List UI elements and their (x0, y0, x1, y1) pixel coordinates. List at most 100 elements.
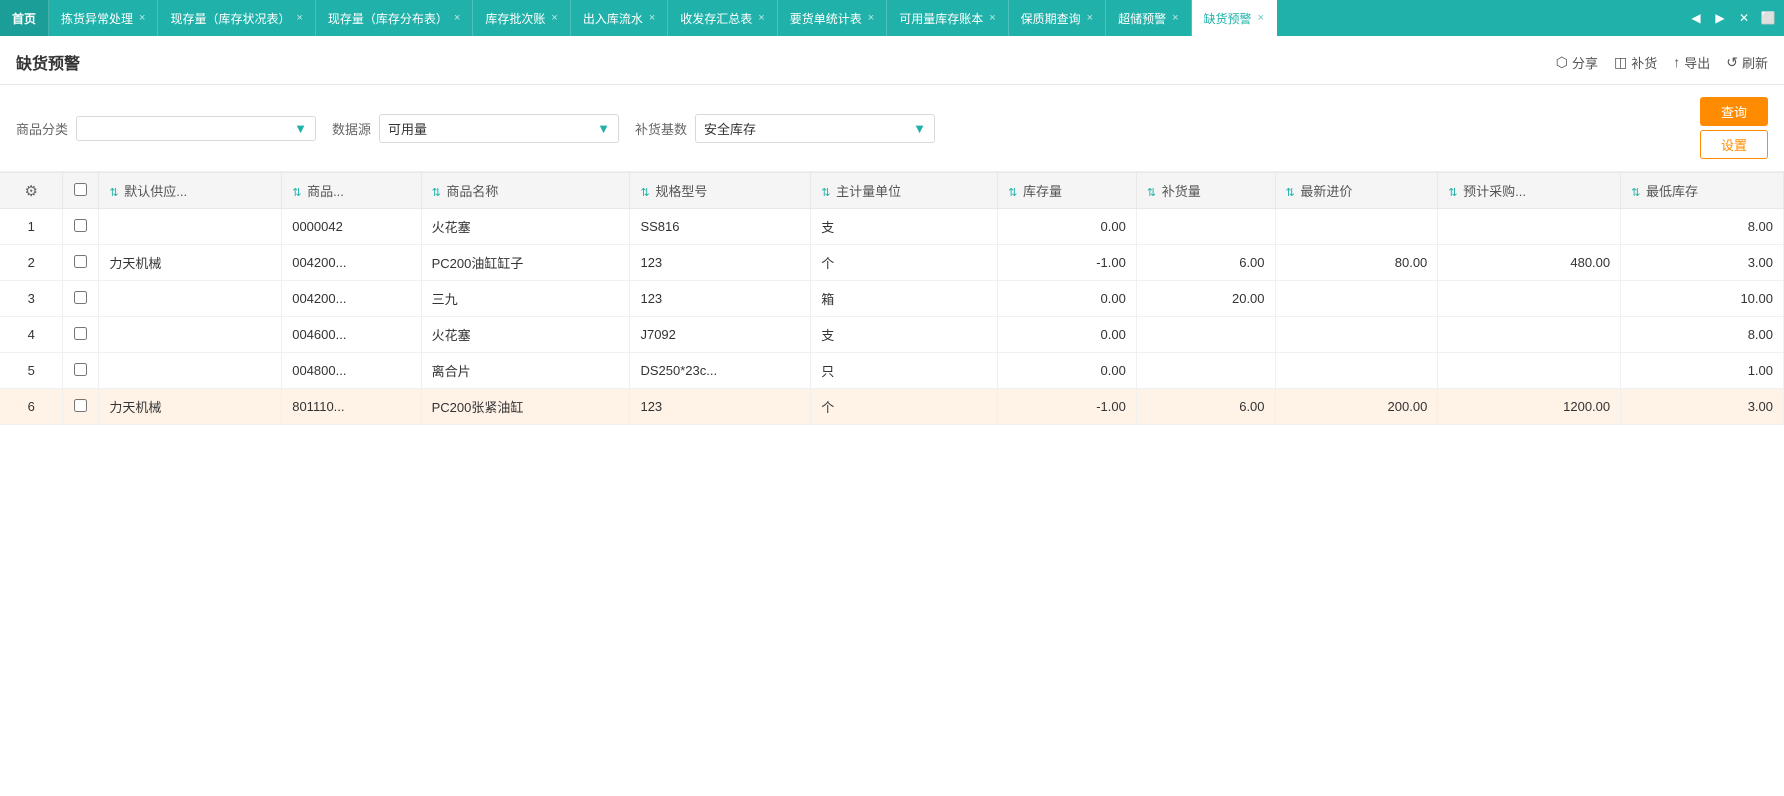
row-min-stock: 10.00 (1621, 281, 1784, 317)
tab-7[interactable]: 要货单统计表 × (778, 0, 887, 36)
row-supplier (99, 209, 282, 245)
sort-icon: ⇅ (1448, 187, 1457, 199)
col-est-purchase-label: 预计采购... (1463, 184, 1526, 199)
tab-close-all-button[interactable]: ✕ (1732, 6, 1756, 30)
row-est-purchase (1438, 209, 1621, 245)
select-all-checkbox[interactable] (74, 183, 87, 196)
sort-icon: ⇅ (1286, 187, 1295, 199)
close-icon[interactable]: × (868, 12, 874, 24)
close-icon[interactable]: × (758, 12, 764, 24)
share-button[interactable]: ⬡ 分享 (1556, 53, 1598, 72)
col-product-code-header[interactable]: ⇅ 商品... (282, 173, 421, 209)
row-check-cell[interactable] (63, 353, 99, 389)
export-button[interactable]: ↑ 导出 (1673, 53, 1710, 72)
tab-prev-button[interactable]: ◀ (1684, 6, 1708, 30)
col-stock-header[interactable]: ⇅ 库存量 (998, 173, 1137, 209)
col-min-stock-header[interactable]: ⇅ 最低库存 (1621, 173, 1784, 209)
replenish-icon: ◫ (1614, 54, 1627, 71)
tab-10[interactable]: 超储预警 × (1106, 0, 1191, 36)
row-check-cell[interactable] (63, 281, 99, 317)
tab-8[interactable]: 可用量库存账本 × (887, 0, 1008, 36)
col-settings-header[interactable]: ⚙ (0, 173, 63, 209)
close-icon[interactable]: × (551, 12, 557, 24)
row-checkbox[interactable] (74, 399, 87, 412)
col-supplier-label: 默认供应... (124, 184, 187, 199)
row-est-purchase: 1200.00 (1438, 389, 1621, 425)
row-check-cell[interactable] (63, 245, 99, 281)
col-est-purchase-header[interactable]: ⇅ 预计采购... (1438, 173, 1621, 209)
row-min-stock: 8.00 (1621, 209, 1784, 245)
col-product-code-label: 商品... (307, 184, 344, 199)
tab-5[interactable]: 出入库流水 × (571, 0, 668, 36)
col-replenish-header[interactable]: ⇅ 补货量 (1136, 173, 1275, 209)
category-select[interactable]: ▼ (76, 116, 316, 141)
col-supplier-header[interactable]: ⇅ 默认供应... (99, 173, 282, 209)
close-icon[interactable]: × (1258, 12, 1264, 24)
row-checkbox[interactable] (74, 219, 87, 232)
tab-4[interactable]: 库存批次账 × (473, 0, 570, 36)
col-check-header[interactable] (63, 173, 99, 209)
row-replenish-qty: 20.00 (1136, 281, 1275, 317)
tab-2[interactable]: 现存量（库存状况表） × (158, 0, 315, 36)
row-check-cell[interactable] (63, 389, 99, 425)
tab-home-label: 首页 (12, 10, 36, 27)
gear-icon: ⚙ (24, 183, 37, 200)
col-latest-price-header[interactable]: ⇅ 最新进价 (1275, 173, 1438, 209)
row-product-name: PC200张紧油缸 (421, 389, 630, 425)
datasource-filter-label: 数据源 (332, 119, 371, 138)
tab-1[interactable]: 拣货异常处理 × (49, 0, 158, 36)
close-icon[interactable]: × (1087, 12, 1093, 24)
row-spec: SS816 (630, 209, 811, 245)
row-unit: 箱 (811, 281, 998, 317)
close-icon[interactable]: × (296, 12, 302, 24)
row-est-purchase (1438, 353, 1621, 389)
query-button[interactable]: 查询 (1700, 97, 1768, 126)
replenish-button[interactable]: ◫ 补货 (1614, 53, 1657, 72)
close-icon[interactable]: × (649, 12, 655, 24)
tab-3[interactable]: 现存量（库存分布表） × (316, 0, 473, 36)
tab-9[interactable]: 保质期查询 × (1009, 0, 1106, 36)
row-unit: 支 (811, 317, 998, 353)
datasource-select[interactable]: 可用量 ▼ (379, 114, 619, 143)
tab-6[interactable]: 收发存汇总表 × (668, 0, 777, 36)
row-product-code: 004600... (282, 317, 421, 353)
row-checkbox[interactable] (74, 255, 87, 268)
row-check-cell[interactable] (63, 209, 99, 245)
col-min-stock-label: 最低库存 (1646, 184, 1698, 199)
settings-button[interactable]: 设置 (1700, 130, 1768, 159)
page-title: 缺货预警 (16, 50, 80, 74)
tab-11[interactable]: 缺货预警 × (1192, 0, 1277, 36)
close-icon[interactable]: × (454, 12, 460, 24)
row-replenish-qty: 6.00 (1136, 389, 1275, 425)
col-product-name-header[interactable]: ⇅ 商品名称 (421, 173, 630, 209)
refresh-button[interactable]: ↺ 刷新 (1726, 53, 1768, 72)
tab-1-label: 拣货异常处理 (61, 10, 133, 27)
row-product-code: 004800... (282, 353, 421, 389)
row-checkbox[interactable] (74, 327, 87, 340)
col-unit-header[interactable]: ⇅ 主计量单位 (811, 173, 998, 209)
row-min-stock: 3.00 (1621, 389, 1784, 425)
row-index: 3 (0, 281, 63, 317)
table-container: ⚙ ⇅ 默认供应... ⇅ 商品... ⇅ 商品名称 (0, 172, 1784, 425)
tab-expand-button[interactable]: ⬜ (1756, 6, 1780, 30)
header-actions: ⬡ 分享 ◫ 补货 ↑ 导出 ↺ 刷新 (1556, 53, 1768, 72)
base-filter-label: 补货基数 (635, 119, 687, 138)
close-icon[interactable]: × (989, 12, 995, 24)
close-icon[interactable]: × (1172, 12, 1178, 24)
close-icon[interactable]: × (139, 12, 145, 24)
sort-icon: ⇅ (640, 187, 649, 199)
row-checkbox[interactable] (74, 363, 87, 376)
row-check-cell[interactable] (63, 317, 99, 353)
base-select[interactable]: 安全库存 ▼ (695, 114, 935, 143)
row-replenish-qty (1136, 209, 1275, 245)
tab-next-button[interactable]: ▶ (1708, 6, 1732, 30)
table-row: 4 004600... 火花塞 J7092 支 0.00 8.00 (0, 317, 1784, 353)
row-unit: 个 (811, 389, 998, 425)
row-product-name: 火花塞 (421, 209, 630, 245)
col-spec-header[interactable]: ⇅ 规格型号 (630, 173, 811, 209)
row-latest-price (1275, 353, 1438, 389)
table-row: 3 004200... 三九 123 箱 0.00 20.00 10.00 (0, 281, 1784, 317)
row-index: 4 (0, 317, 63, 353)
tab-home[interactable]: 首页 (0, 0, 49, 36)
row-checkbox[interactable] (74, 291, 87, 304)
